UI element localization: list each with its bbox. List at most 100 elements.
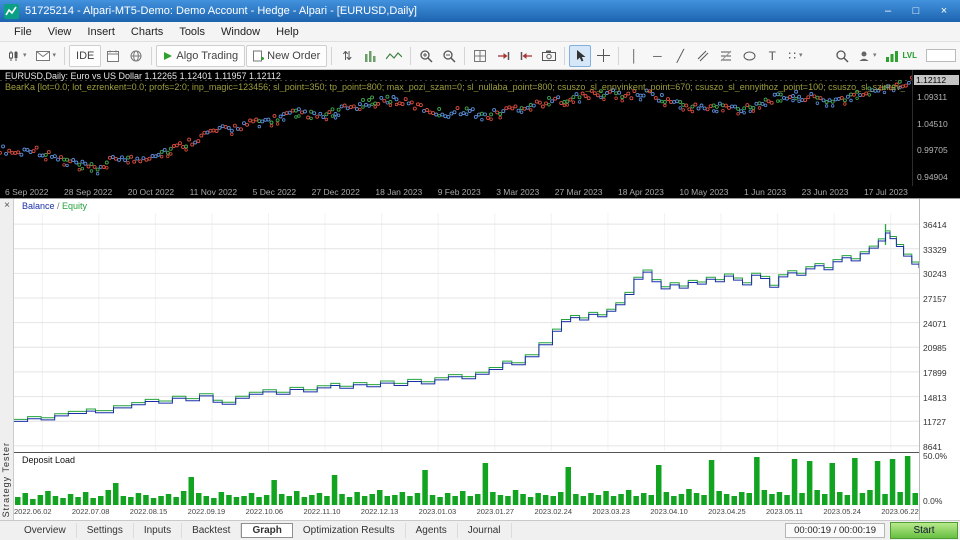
horizontal-line-icon: ─ [653, 48, 662, 63]
tester-date-2023-06-22: 2023.06.22 [881, 507, 919, 516]
tab-inputs[interactable]: Inputs [134, 523, 183, 538]
bars-icon [364, 50, 376, 62]
chart-time-axis[interactable]: 6 Sep 2022 28 Sep 2022 20 Oct 2022 11 Nov 2… [0, 186, 960, 198]
tile-windows-button[interactable] [469, 45, 491, 67]
line-chart-button[interactable] [382, 45, 406, 67]
calendar-button[interactable] [102, 45, 124, 67]
price-chart[interactable]: EURUSD,Daily: Euro vs US Dollar 1.12265 … [0, 70, 960, 186]
menu-item-tools[interactable]: Tools [171, 24, 213, 40]
ide-button[interactable]: IDE [69, 44, 102, 67]
crosshair-tool-button[interactable] [592, 45, 614, 67]
balance-axis-label: 36414 [923, 220, 947, 231]
tab-journal[interactable]: Journal [458, 523, 512, 538]
chevron-down-icon: ▾ [23, 52, 27, 59]
tab-agents[interactable]: Agents [406, 523, 458, 538]
trendline-tool-button[interactable]: ╱ [669, 45, 691, 67]
menu-item-help[interactable]: Help [268, 24, 307, 40]
titlebar: 51725214 - Alpari-MT5-Demo: Demo Account… [0, 0, 960, 22]
tab-backtest[interactable]: Backtest [182, 523, 242, 538]
close-tester-button[interactable]: × [0, 199, 14, 213]
tester-date-2023-04-25: 2023.04.25 [708, 507, 746, 516]
auto-scroll-button[interactable] [492, 45, 514, 67]
new-order-icon [253, 50, 265, 61]
balance-axis-label: 30243 [923, 269, 947, 280]
chart-date-3-mar-2023: 3 Mar 2023 [496, 187, 540, 197]
current-price-label: 1.12112 [914, 75, 959, 86]
vertical-line-tool-button[interactable]: │ [623, 45, 645, 67]
close-button[interactable]: × [930, 2, 958, 20]
equity-legend-label: Equity [62, 201, 88, 211]
tab-optimization-results[interactable]: Optimization Results [293, 523, 406, 538]
menu-item-charts[interactable]: Charts [123, 24, 171, 40]
chart-date-1-jun-2023: 1 Jun 2023 [744, 187, 787, 197]
objects-list-button[interactable]: ∷ ▾ [784, 45, 806, 67]
menu-item-view[interactable]: View [40, 24, 80, 40]
toolbar-separator [464, 46, 466, 65]
tester-date-2023-02-24: 2023.02.24 [534, 507, 572, 516]
tester-date-2023-01-03: 2023.01.03 [418, 507, 457, 516]
tile-icon [474, 49, 487, 62]
tab-settings[interactable]: Settings [77, 523, 134, 538]
chart-shift-button[interactable] [515, 45, 537, 67]
menu-item-window[interactable]: Window [213, 24, 268, 40]
chart-date-28-sep-2022: 28 Sep 2022 [64, 187, 113, 197]
channel-tool-button[interactable] [692, 45, 714, 67]
tester-tabbar: Overview Settings Inputs Backtest Graph Optim… [0, 520, 960, 540]
shapes-tool-button[interactable] [738, 45, 760, 67]
balance-equity-chart[interactable] [14, 213, 919, 451]
chevron-down-icon: ▾ [52, 52, 57, 59]
tab-overview[interactable]: Overview [14, 523, 77, 538]
tester-date-2022-07-08: 2022.07.08 [71, 507, 110, 516]
menu-item-insert[interactable]: Insert [79, 24, 123, 40]
load-axis-top-label: 50.0% [923, 451, 948, 461]
minimize-button[interactable]: – [874, 2, 902, 20]
strategy-tester-panel: × Strategy Tester Balance / Equity Depos… [0, 198, 960, 521]
tab-graph[interactable]: Graph [241, 523, 293, 538]
maximize-button[interactable]: □ [902, 2, 930, 20]
balance-axis-label: 14813 [923, 392, 947, 403]
deposit-load-chart[interactable] [14, 455, 919, 505]
search-button[interactable] [831, 45, 853, 67]
load-axis-bottom-label: 0.0% [923, 496, 943, 506]
toolbar-separator [331, 46, 333, 65]
zoom-in-button[interactable] [415, 45, 437, 67]
algo-trading-button[interactable]: Algo Trading [156, 44, 246, 67]
new-order-label: New Order [267, 49, 321, 62]
mt5-window: 51725214 - Alpari-MT5-Demo: Demo Account… [0, 0, 960, 540]
objects-icon: ∷ [788, 48, 796, 63]
candlestick-icon [9, 50, 18, 61]
chart-date-9-feb-2023: 9 Feb 2023 [437, 187, 481, 197]
tester-date-2022-08-15: 2022.08.15 [129, 507, 168, 516]
chart-type-button[interactable]: ▾ [4, 45, 31, 67]
window-title: 51725214 - Alpari-MT5-Demo: Demo Account… [25, 5, 417, 17]
envelope-icon [35, 50, 50, 61]
text-icon: T [768, 48, 776, 63]
fibonacci-tool-button[interactable] [715, 45, 737, 67]
cursor-tool-button[interactable] [569, 44, 592, 67]
start-button[interactable]: Start [890, 522, 958, 539]
zigzag-icon [386, 51, 403, 59]
balance-axis-label: 33329 [923, 244, 947, 255]
chevron-down-icon: ▾ [798, 52, 803, 59]
price-scale-axis[interactable]: 1.12112 1.09311 1.04510 0.99705 0.94904 [912, 70, 960, 186]
market-watch-button[interactable] [125, 45, 147, 67]
message-button[interactable]: ▾ [32, 45, 61, 67]
balance-axis-label: 11727 [923, 417, 947, 428]
horizontal-line-tool-button[interactable]: ─ [646, 45, 668, 67]
balance-axis-label: 24071 [923, 318, 947, 329]
menu-item-file[interactable]: File [6, 24, 40, 40]
chart-date-6-sep-2022: 6 Sep 2022 [5, 187, 49, 197]
tick-scale-button[interactable]: ⇅ [336, 45, 358, 67]
account-button[interactable]: ▾ [854, 45, 881, 67]
text-tool-button[interactable]: T [761, 45, 783, 67]
zoom-out-button[interactable] [438, 45, 460, 67]
new-order-button[interactable]: New Order [246, 44, 328, 67]
toolbar-separator [410, 46, 412, 65]
chart-date-27-mar-2023: 27 Mar 2023 [554, 187, 603, 197]
tester-date-2023-04-10: 2023.04.10 [650, 507, 688, 516]
cursor-icon [576, 50, 586, 62]
balance-axis-label: 20985 [923, 343, 947, 354]
screenshot-button[interactable] [538, 45, 560, 67]
bars-mode-button[interactable] [359, 45, 381, 67]
price-scale-label: 1.04510 [917, 118, 948, 129]
